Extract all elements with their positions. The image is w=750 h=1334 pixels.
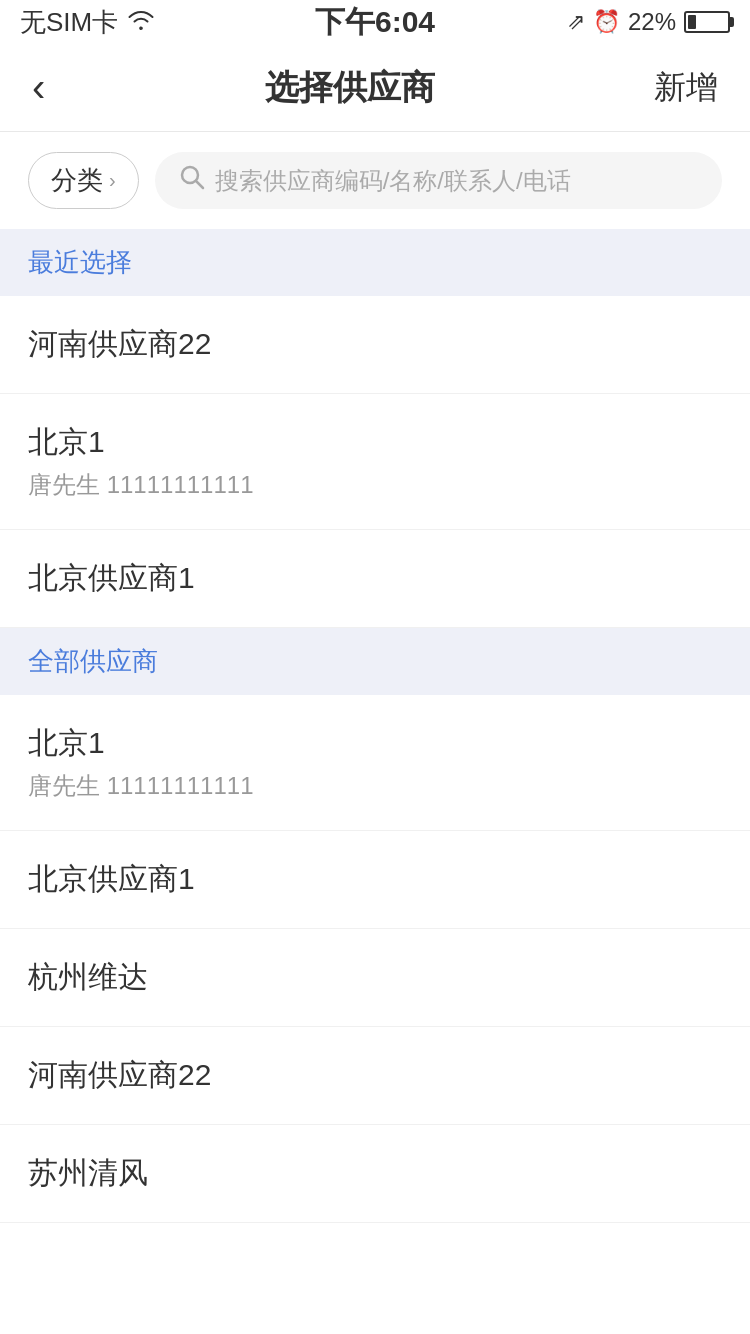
all-list: 北京1 唐先生 11111111111 北京供应商1 杭州维达河南供应商22 苏州清风 [0, 695, 750, 1223]
all-section-label: 全部供应商 [28, 646, 158, 676]
filter-bar: 分类 › 搜索供应商编码/名称/联系人/电话 [0, 132, 750, 229]
add-button[interactable]: 新增 [654, 66, 718, 110]
search-icon [179, 164, 205, 197]
search-input[interactable]: 搜索供应商编码/名称/联系人/电话 [215, 165, 571, 197]
item-name: 北京1 [28, 422, 722, 463]
category-label: 分类 [51, 163, 103, 198]
all-section-header: 全部供应商 [0, 628, 750, 695]
alarm-icon: ⏰ [593, 9, 620, 35]
page-title: 选择供应商 [265, 65, 435, 111]
item-name: 河南供应商22 [28, 1055, 722, 1096]
status-left: 无SIM卡 [20, 5, 156, 40]
location-icon: ⇗ [567, 9, 585, 35]
time-display: 下午6:04 [315, 2, 435, 43]
item-name: 河南供应商22 [28, 324, 722, 365]
list-item[interactable]: 河南供应商22 [0, 1027, 750, 1125]
back-button[interactable]: ‹ [32, 65, 45, 110]
wifi-icon [126, 7, 156, 38]
list-item[interactable]: 北京供应商1 [0, 530, 750, 628]
carrier-label: 无SIM卡 [20, 5, 118, 40]
recent-section-header: 最近选择 [0, 229, 750, 296]
list-item[interactable]: 杭州维达 [0, 929, 750, 1027]
recent-section-label: 最近选择 [28, 247, 132, 277]
recent-list: 河南供应商22 北京1 唐先生 11111111111 北京供应商1 [0, 296, 750, 628]
battery-percent: 22% [628, 8, 676, 36]
status-bar: 无SIM卡 下午6:04 ⇗ ⏰ 22% [0, 0, 750, 44]
list-item[interactable]: 北京1 唐先生 11111111111 [0, 394, 750, 530]
item-sub: 唐先生 11111111111 [28, 469, 722, 501]
item-sub: 唐先生 11111111111 [28, 770, 722, 802]
item-name: 北京1 [28, 723, 722, 764]
chevron-right-icon: › [109, 169, 116, 192]
item-name: 北京供应商1 [28, 859, 722, 900]
nav-bar: ‹ 选择供应商 新增 [0, 44, 750, 132]
item-name: 北京供应商1 [28, 558, 722, 599]
item-name: 苏州清风 [28, 1153, 722, 1194]
list-item[interactable]: 北京1 唐先生 11111111111 [0, 695, 750, 831]
list-item[interactable]: 河南供应商22 [0, 296, 750, 394]
category-filter[interactable]: 分类 › [28, 152, 139, 209]
svg-line-1 [196, 181, 203, 188]
list-item[interactable]: 北京供应商1 [0, 831, 750, 929]
list-item[interactable]: 苏州清风 [0, 1125, 750, 1223]
item-name: 杭州维达 [28, 957, 722, 998]
battery-icon [684, 11, 730, 33]
status-right: ⇗ ⏰ 22% [567, 8, 730, 36]
search-box[interactable]: 搜索供应商编码/名称/联系人/电话 [155, 152, 722, 209]
